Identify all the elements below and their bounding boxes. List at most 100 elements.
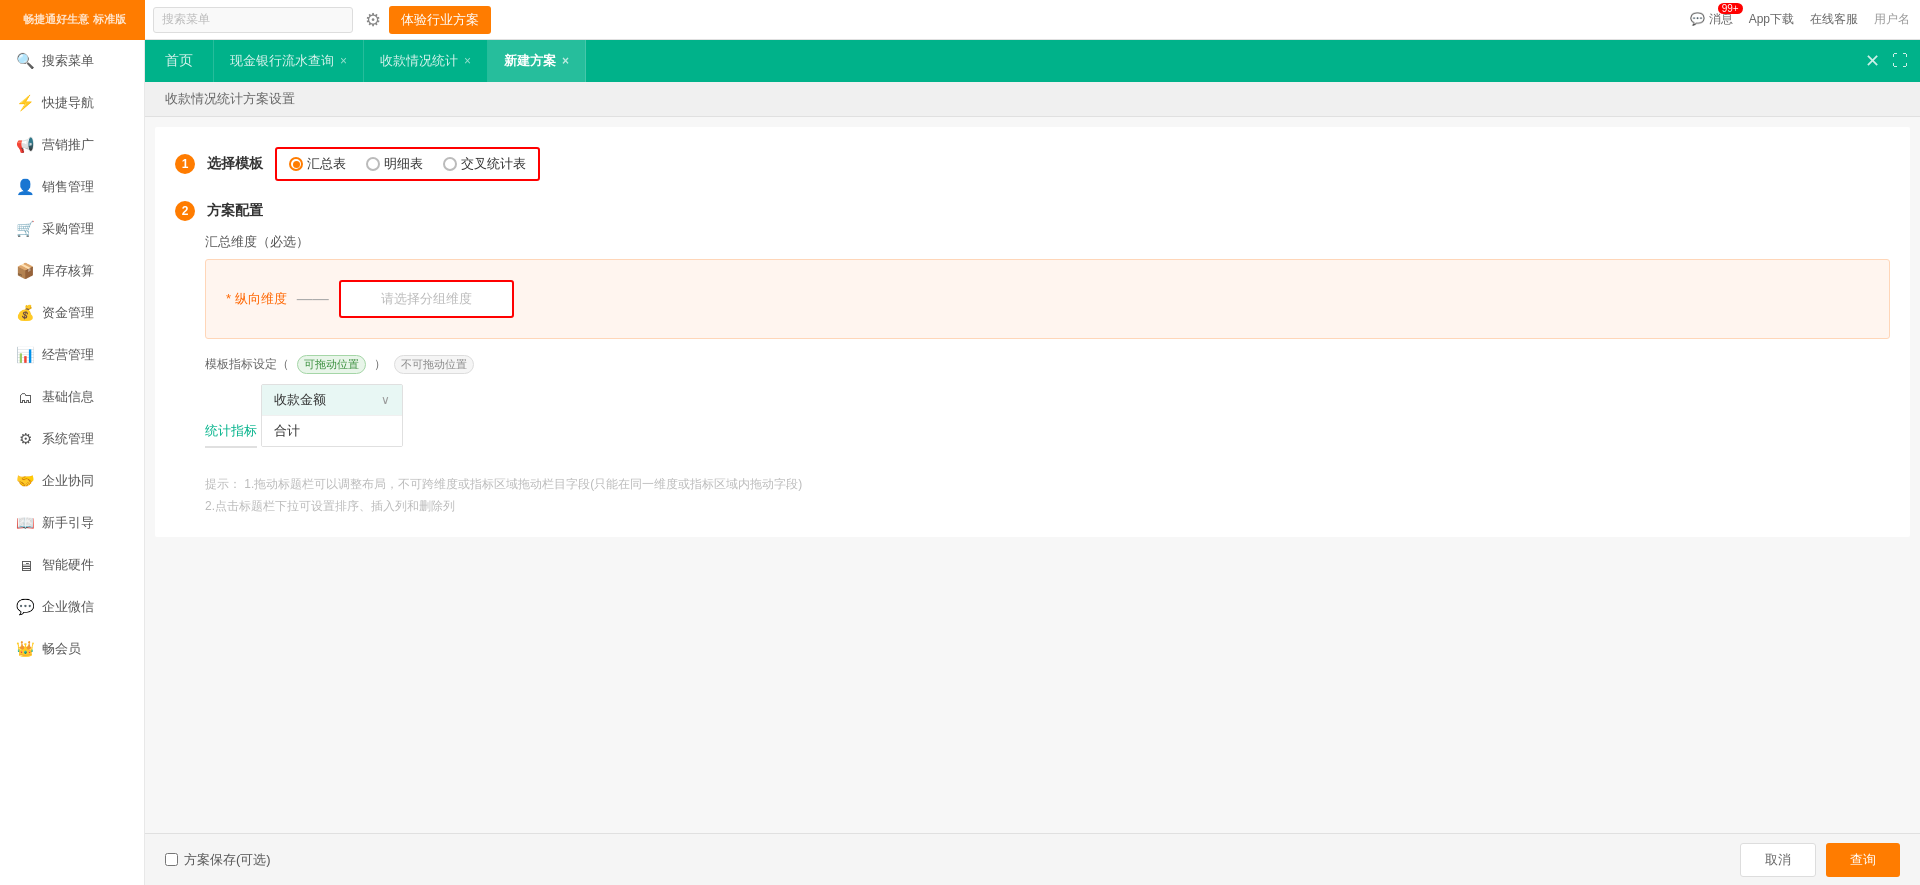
guide-icon: 📖 (16, 514, 34, 532)
gear-icon[interactable]: ⚙ (365, 9, 381, 31)
sidebar-item-cooperation[interactable]: 🤝 企业协同 (0, 460, 144, 502)
marketing-icon: 📢 (16, 136, 34, 154)
sidebar-item-basic[interactable]: 🗂 基础信息 (0, 376, 144, 418)
service-button[interactable]: 在线客服 (1810, 11, 1858, 28)
save-checkbox[interactable]: 方案保存(可选) (165, 851, 271, 869)
main-layout: 🔍 搜索菜单 ⚡ 快捷导航 📢 营销推广 👤 销售管理 🛒 采购管理 📦 库存核… (0, 40, 1920, 885)
dimension-select[interactable]: 请选择分组维度 (339, 280, 514, 318)
message-button[interactable]: 💬 消息 99+ (1690, 11, 1732, 28)
metrics-amount-arrow[interactable]: ∨ (381, 393, 390, 407)
sidebar-item-search[interactable]: 🔍 搜索菜单 (0, 40, 144, 82)
msg-count: 99+ (1718, 3, 1743, 14)
sidebar-item-inventory[interactable]: 📦 库存核算 (0, 250, 144, 292)
hint-item2: 2.点击标题栏下拉可设置排序、插入列和删除列 (205, 496, 1890, 518)
sidebar-label-hardware: 智能硬件 (42, 556, 94, 574)
sidebar-item-sales[interactable]: 👤 销售管理 (0, 166, 144, 208)
movable-badge: 可拖动位置 (297, 355, 366, 374)
top-actions: 💬 消息 99+ App下载 在线客服 用户名 (1690, 11, 1910, 28)
tab-cashflow-close[interactable]: × (340, 54, 347, 68)
maximize-icon[interactable]: ⛶ (1892, 52, 1908, 70)
sidebar-label-wechat: 企业微信 (42, 598, 94, 616)
cancel-button[interactable]: 取消 (1740, 843, 1816, 877)
quick-icon: ⚡ (16, 94, 34, 112)
save-checkbox-input[interactable] (165, 853, 178, 866)
sidebar-item-quick[interactable]: ⚡ 快捷导航 (0, 82, 144, 124)
sidebar-item-member[interactable]: 👑 畅会员 (0, 628, 144, 670)
sidebar-label-guide: 新手引导 (42, 514, 94, 532)
tab-newplan-close[interactable]: × (562, 54, 569, 68)
tab-collection[interactable]: 收款情况统计 × (364, 40, 488, 82)
metrics-table: 收款金额 ∨ 合计 (261, 384, 403, 447)
close-window-icon[interactable]: ✕ (1865, 50, 1880, 72)
dimension-section-label: 汇总维度（必选） (205, 233, 1890, 251)
metrics-amount-label: 收款金额 (274, 391, 326, 409)
radio-summary-label: 汇总表 (307, 155, 346, 173)
sidebar-label-sales: 销售管理 (42, 178, 94, 196)
sidebar-label-marketing: 营销推广 (42, 136, 94, 154)
step2-section: 2 方案配置 汇总维度（必选） * 纵向维度 —— 请选择分组维度 (175, 201, 1890, 517)
sidebar-item-system[interactable]: ⚙ 系统管理 (0, 418, 144, 460)
msg-label: 消息 (1709, 12, 1733, 26)
tab-collection-close[interactable]: × (464, 54, 471, 68)
tab-home[interactable]: 首页 (145, 40, 214, 82)
sidebar-label-basic: 基础信息 (42, 388, 94, 406)
metrics-row-amount[interactable]: 收款金额 ∨ (262, 385, 402, 416)
hardware-icon: 🖥 (16, 557, 34, 574)
movable-separator: ） (374, 356, 386, 373)
sidebar-label-member: 畅会员 (42, 640, 81, 658)
radio-cross-dot (443, 157, 457, 171)
sidebar-item-hardware[interactable]: 🖥 智能硬件 (0, 544, 144, 586)
content-area: 首页 现金银行流水查询 × 收款情况统计 × 新建方案 × ✕ ⛶ (145, 40, 1920, 885)
brand-name: 畅捷通好生意 (23, 12, 89, 27)
section-header: 收款情况统计方案设置 (145, 82, 1920, 117)
tab-cashflow[interactable]: 现金银行流水查询 × (214, 40, 364, 82)
user-info[interactable]: 用户名 (1874, 11, 1910, 28)
radio-summary[interactable]: 汇总表 (289, 155, 346, 173)
metrics-row-total: 合计 (262, 416, 402, 446)
sidebar-item-wechat[interactable]: 💬 企业微信 (0, 586, 144, 628)
sidebar-item-marketing[interactable]: 📢 营销推广 (0, 124, 144, 166)
template-options: 汇总表 明细表 交叉统计表 (275, 147, 540, 181)
radio-detail-label: 明细表 (384, 155, 423, 173)
section-header-text: 收款情况统计方案设置 (165, 91, 295, 106)
finance-icon: 💰 (16, 304, 34, 322)
step1-row: 1 选择模板 汇总表 明细表 交叉统计表 (175, 147, 1890, 181)
tab-newplan[interactable]: 新建方案 × (488, 40, 586, 82)
sidebar-label-inventory: 库存核算 (42, 262, 94, 280)
unmovable-badge: 不可拖动位置 (394, 355, 474, 374)
sidebar-label-management: 经营管理 (42, 346, 94, 364)
sidebar-label-quick: 快捷导航 (42, 94, 94, 112)
sidebar-item-management[interactable]: 📊 经营管理 (0, 334, 144, 376)
step1-num: 1 (175, 154, 195, 174)
top-bar: 畅捷通好生意 标准版 搜索菜单 ⚙ 体验行业方案 💬 消息 99+ App下载 … (0, 0, 1920, 40)
search-bar[interactable]: 搜索菜单 (153, 7, 353, 33)
sidebar-item-guide[interactable]: 📖 新手引导 (0, 502, 144, 544)
tab-home-label: 首页 (165, 52, 193, 70)
sales-icon: 👤 (16, 178, 34, 196)
step2-label: 方案配置 (207, 202, 263, 220)
sidebar-label-purchase: 采购管理 (42, 220, 94, 238)
metrics-section-label: 模板指标设定（ (205, 356, 289, 373)
sidebar-item-finance[interactable]: 💰 资金管理 (0, 292, 144, 334)
tab-bar: 首页 现金银行流水查询 × 收款情况统计 × 新建方案 × ✕ ⛶ (145, 40, 1920, 82)
sidebar-item-purchase[interactable]: 🛒 采购管理 (0, 208, 144, 250)
basic-icon: 🗂 (16, 389, 34, 406)
inventory-icon: 📦 (16, 262, 34, 280)
sidebar-label-cooperation: 企业协同 (42, 472, 94, 490)
tab-bar-actions: ✕ ⛶ (1853, 40, 1920, 82)
industry-button[interactable]: 体验行业方案 (389, 6, 491, 34)
search-icon: 🔍 (16, 52, 34, 70)
radio-detail[interactable]: 明细表 (366, 155, 423, 173)
hint-title: 提示： 1.拖动标题栏可以调整布局，不可跨维度或指标区域拖动栏目字段(只能在同一… (205, 474, 1890, 496)
download-button[interactable]: App下载 (1749, 11, 1794, 28)
metrics-label-row: 模板指标设定（ 可拖动位置 ） 不可拖动位置 (205, 355, 1890, 374)
radio-cross[interactable]: 交叉统计表 (443, 155, 526, 173)
query-button[interactable]: 查询 (1826, 843, 1900, 877)
sidebar-label-finance: 资金管理 (42, 304, 94, 322)
system-icon: ⚙ (16, 430, 34, 448)
bottom-bar: 方案保存(可选) 取消 查询 (145, 833, 1920, 885)
sidebar-label-search: 搜索菜单 (42, 52, 94, 70)
save-label: 方案保存(可选) (184, 851, 271, 869)
metrics-total-label: 合计 (274, 422, 300, 440)
management-icon: 📊 (16, 346, 34, 364)
